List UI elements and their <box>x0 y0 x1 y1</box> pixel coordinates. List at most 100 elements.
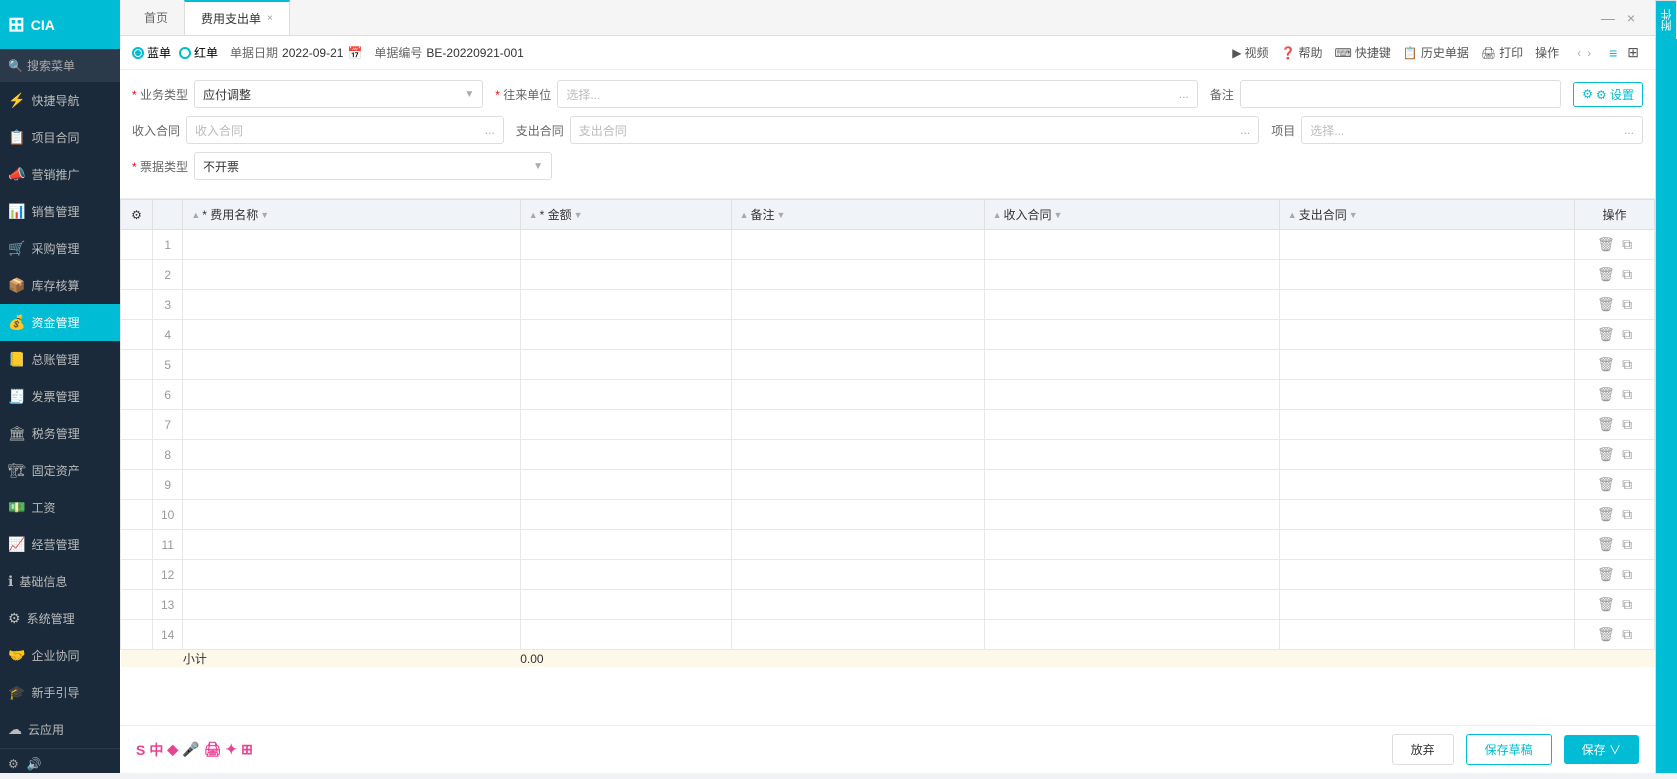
row-income-contract[interactable] <box>984 290 1279 320</box>
row-delete-btn[interactable]: 🗑 <box>1595 504 1617 525</box>
income-contract-input[interactable]: 收入合同 ... <box>186 116 504 144</box>
radio-red[interactable]: 红单 <box>179 44 218 61</box>
row-expense-contract[interactable] <box>1279 440 1574 470</box>
row-delete-btn[interactable]: 🗑 <box>1595 444 1617 465</box>
row-remark[interactable] <box>731 440 984 470</box>
row-remark[interactable] <box>731 530 984 560</box>
row-remark[interactable] <box>731 410 984 440</box>
project-dots[interactable]: ... <box>1624 123 1634 137</box>
row-expense-name[interactable] <box>183 320 520 350</box>
row-delete-btn[interactable]: 🗑 <box>1595 534 1617 555</box>
row-amount[interactable] <box>520 290 731 320</box>
row-copy-btn[interactable]: ⧉ <box>1620 624 1634 645</box>
row-remark[interactable] <box>731 590 984 620</box>
save-btn[interactable]: 保存 ∨ <box>1564 735 1639 764</box>
row-expense-contract[interactable] <box>1279 320 1574 350</box>
tab-home[interactable]: 首页 <box>128 1 184 34</box>
row-income-contract[interactable] <box>984 470 1279 500</box>
row-copy-btn[interactable]: ⧉ <box>1620 474 1634 495</box>
row-expense-name[interactable] <box>183 350 520 380</box>
window-close-btn[interactable]: × <box>1623 8 1639 28</box>
row-income-contract[interactable] <box>984 380 1279 410</box>
discard-btn[interactable]: 放弃 <box>1392 734 1454 765</box>
remark-sort-down[interactable]: ▼ <box>777 210 786 220</box>
expense-sort-down[interactable]: ▼ <box>1349 210 1358 220</box>
row-income-contract[interactable] <box>984 560 1279 590</box>
row-copy-btn[interactable]: ⧉ <box>1620 564 1634 585</box>
row-delete-btn[interactable]: 🗑 <box>1595 294 1617 315</box>
row-expense-name[interactable] <box>183 500 520 530</box>
business-type-input[interactable]: 应付调整 ▼ <box>194 80 483 108</box>
row-amount[interactable] <box>520 380 731 410</box>
row-remark[interactable] <box>731 230 984 260</box>
row-income-contract[interactable] <box>984 350 1279 380</box>
row-income-contract[interactable] <box>984 320 1279 350</box>
sidebar-item-fixed-assets[interactable]: 🏗固定资产 <box>0 452 120 489</box>
row-expense-contract[interactable] <box>1279 620 1574 650</box>
row-delete-btn[interactable]: 🗑 <box>1595 564 1617 585</box>
volume-icon[interactable]: 🔊 <box>27 757 42 771</box>
view-grid-btn[interactable]: ⊞ <box>1623 42 1643 63</box>
calendar-icon[interactable]: 📅 <box>347 46 362 60</box>
view-list-btn[interactable]: ≡ <box>1605 43 1621 63</box>
row-income-contract[interactable] <box>984 410 1279 440</box>
row-expense-contract[interactable] <box>1279 530 1574 560</box>
row-copy-btn[interactable]: ⧉ <box>1620 534 1634 555</box>
row-delete-btn[interactable]: 🗑 <box>1595 354 1617 375</box>
sidebar-item-fund-mgmt[interactable]: 💰资金管理 <box>0 304 120 341</box>
edge-tab-attachment[interactable]: 附件 <box>1656 0 1676 39</box>
row-remark[interactable] <box>731 620 984 650</box>
row-remark[interactable] <box>731 500 984 530</box>
tab-expense[interactable]: 费用支出单 × <box>184 0 290 35</box>
row-expense-name[interactable] <box>183 590 520 620</box>
row-income-contract[interactable] <box>984 260 1279 290</box>
expense-contract-dots[interactable]: ... <box>1240 123 1250 137</box>
radio-blue[interactable]: 蓝单 <box>132 44 171 61</box>
sidebar-search[interactable]: 🔍 搜索菜单 <box>0 49 120 82</box>
row-delete-btn[interactable]: 🗑 <box>1595 234 1617 255</box>
shortcut-btn[interactable]: ⌨ 快捷键 <box>1335 44 1391 61</box>
row-expense-contract[interactable] <box>1279 560 1574 590</box>
sidebar-item-enterprise[interactable]: 🤝企业协同 <box>0 637 120 674</box>
sidebar-item-ledger-mgmt[interactable]: 📒总账管理 <box>0 341 120 378</box>
sidebar-item-tax-mgmt[interactable]: 🏛税务管理 <box>0 415 120 452</box>
row-remark[interactable] <box>731 290 984 320</box>
row-expense-name[interactable] <box>183 290 520 320</box>
sort-up-icon[interactable]: ▲ <box>191 210 200 220</box>
row-remark[interactable] <box>731 350 984 380</box>
row-expense-contract[interactable] <box>1279 230 1574 260</box>
row-income-contract[interactable] <box>984 620 1279 650</box>
minimize-btn[interactable]: — <box>1597 8 1619 28</box>
row-expense-contract[interactable] <box>1279 410 1574 440</box>
row-expense-contract[interactable] <box>1279 350 1574 380</box>
row-copy-btn[interactable]: ⧉ <box>1620 324 1634 345</box>
row-delete-btn[interactable]: 🗑 <box>1595 264 1617 285</box>
sidebar-item-invoice-mgmt[interactable]: 🧾发票管理 <box>0 378 120 415</box>
row-amount[interactable] <box>520 560 731 590</box>
sidebar-item-purchase-mgmt[interactable]: 🛒采购管理 <box>0 230 120 267</box>
sidebar-item-ops-mgmt[interactable]: 📈经营管理 <box>0 526 120 563</box>
sidebar-item-salary[interactable]: 💵工资 <box>0 489 120 526</box>
partner-dots-btn[interactable]: ... <box>1179 87 1189 101</box>
remark-input[interactable] <box>1240 80 1561 108</box>
row-copy-btn[interactable]: ⧉ <box>1620 594 1634 615</box>
nav-prev-btn[interactable]: ‹ <box>1575 44 1583 62</box>
row-delete-btn[interactable]: 🗑 <box>1595 384 1617 405</box>
help-btn[interactable]: ❓ 帮助 <box>1281 44 1323 61</box>
row-amount[interactable] <box>520 260 731 290</box>
row-expense-name[interactable] <box>183 440 520 470</box>
row-amount[interactable] <box>520 350 731 380</box>
col-settings[interactable]: ⚙ <box>121 200 153 230</box>
row-income-contract[interactable] <box>984 440 1279 470</box>
amount-sort-down[interactable]: ▼ <box>574 210 583 220</box>
row-expense-contract[interactable] <box>1279 380 1574 410</box>
row-amount[interactable] <box>520 500 731 530</box>
nav-next-btn[interactable]: › <box>1585 44 1593 62</box>
row-amount[interactable] <box>520 530 731 560</box>
row-amount[interactable] <box>520 320 731 350</box>
row-copy-btn[interactable]: ⧉ <box>1620 504 1634 525</box>
row-income-contract[interactable] <box>984 230 1279 260</box>
tab-close-icon[interactable]: × <box>267 13 273 24</box>
history-btn[interactable]: 📋 历史单据 <box>1403 44 1469 61</box>
table-settings-icon[interactable]: ⚙ <box>131 208 142 222</box>
